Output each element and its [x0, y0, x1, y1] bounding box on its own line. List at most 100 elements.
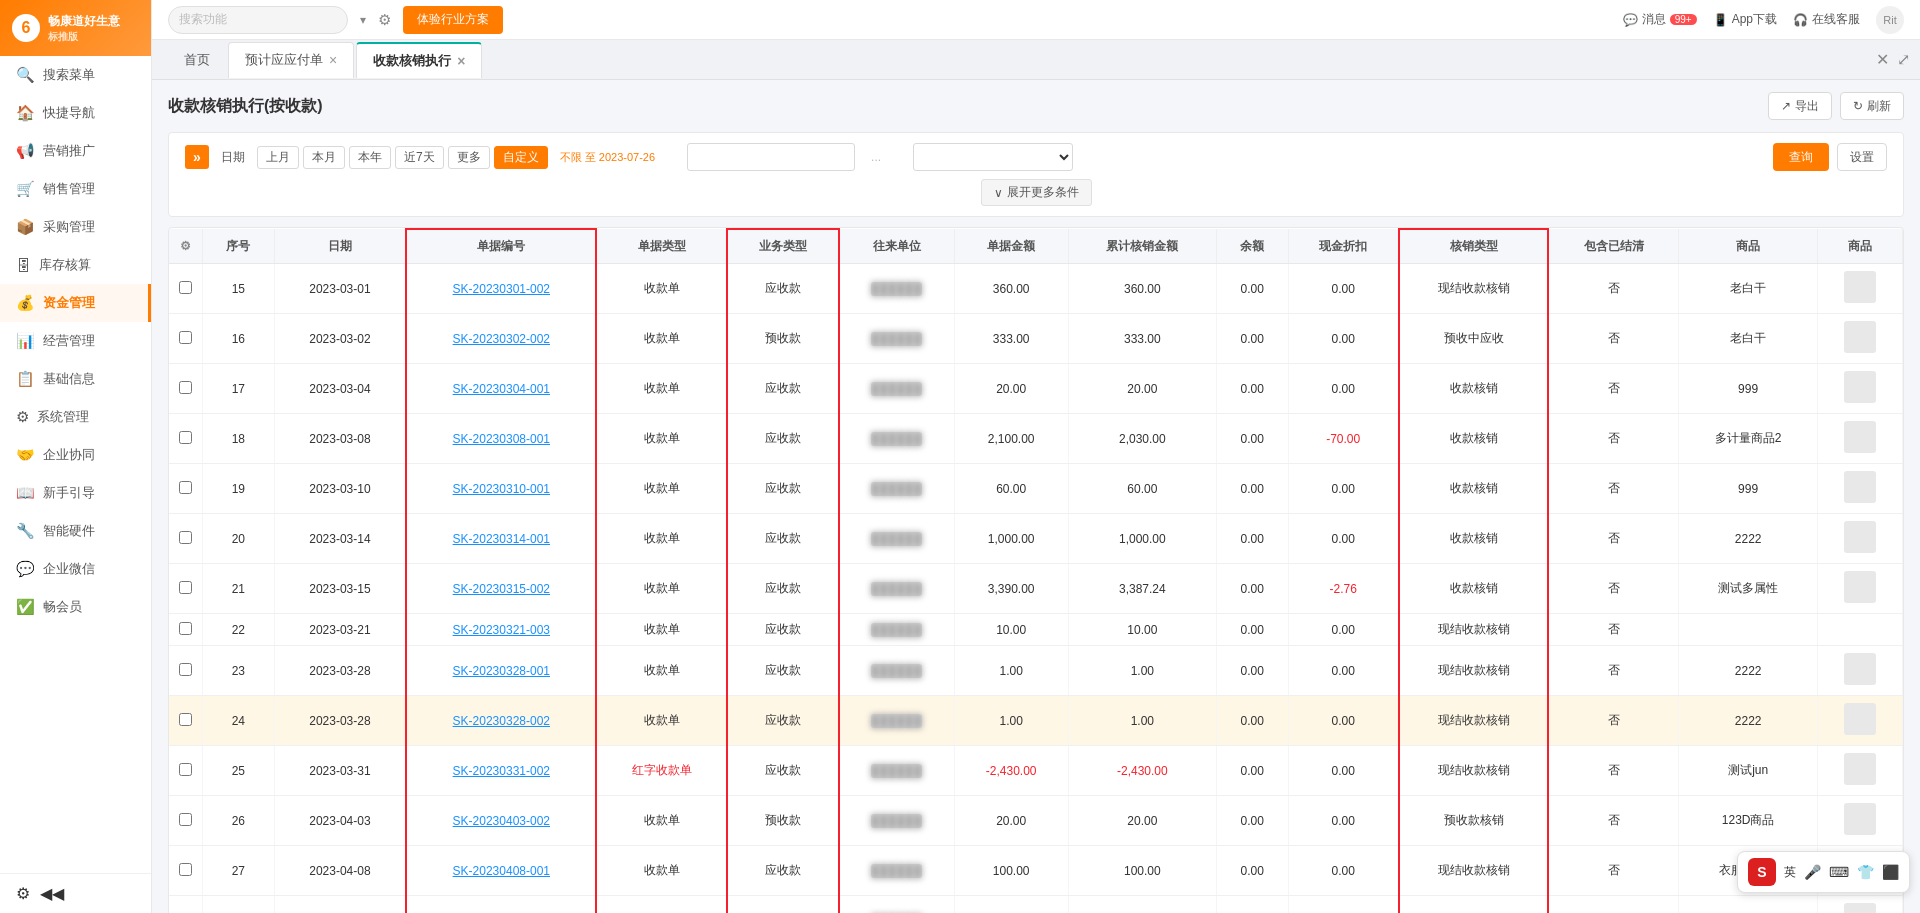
expand-icon[interactable]: ⤢	[1897, 50, 1910, 69]
this-month-btn[interactable]: 本月	[303, 146, 345, 169]
last-7days-btn[interactable]: 近7天	[395, 146, 444, 169]
row-checkbox[interactable]	[179, 713, 192, 726]
export-button[interactable]: ↗ 导出	[1768, 92, 1832, 120]
row-checkbox[interactable]	[179, 622, 192, 635]
settings-filter-button[interactable]: 设置	[1837, 143, 1887, 171]
row-checkbox[interactable]	[179, 863, 192, 876]
floating-mic-icon[interactable]: 🎤	[1804, 864, 1821, 880]
sk-no-link[interactable]: SK-20230328-002	[453, 714, 550, 728]
tab-home[interactable]: 首页	[168, 42, 226, 78]
sidebar-bottom: ⚙ ◀◀	[0, 873, 151, 913]
sidebar-item-hardware[interactable]: 🔧 智能硬件	[0, 512, 151, 550]
dropdown-icon[interactable]: ▾	[360, 13, 366, 27]
goods-thumb	[1844, 653, 1876, 685]
sidebar-item-operation[interactable]: 📊 经营管理	[0, 322, 151, 360]
sk-no-link[interactable]: SK-20230310-001	[453, 482, 550, 496]
row-checkbox[interactable]	[179, 581, 192, 594]
message-area[interactable]: 💬 消息 99+	[1623, 11, 1697, 28]
sk-no-link[interactable]: SK-20230308-001	[453, 432, 550, 446]
tab-prepay-close[interactable]: ×	[329, 52, 337, 68]
partner-input[interactable]	[687, 143, 855, 171]
topbar-search-box[interactable]: 搜索功能	[168, 6, 348, 34]
sidebar-item-wechat[interactable]: 💬 企业微信	[0, 550, 151, 588]
table-row: 212023-03-15SK-20230315-002收款单应收款██████3…	[169, 564, 1903, 614]
sidebar-item-member[interactable]: ✅ 畅会员	[0, 588, 151, 626]
floating-keyboard-icon[interactable]: ⌨	[1829, 864, 1849, 880]
row-checkbox[interactable]	[179, 813, 192, 826]
industry-btn[interactable]: 体验行业方案	[403, 6, 503, 34]
goods-thumb	[1844, 271, 1876, 303]
row-checkbox[interactable]	[179, 481, 192, 494]
settings-topbar-icon[interactable]: ⚙	[378, 11, 391, 29]
sidebar-item-inventory[interactable]: 🗄 库存核算	[0, 246, 151, 284]
sk-no-link[interactable]: SK-20230304-001	[453, 382, 550, 396]
sidebar-item-quicknav[interactable]: 🏠 快捷导航	[0, 94, 151, 132]
collapse-icon[interactable]: ◀◀	[40, 884, 64, 903]
app-download-label: App下载	[1732, 11, 1777, 28]
sk-no-link[interactable]: SK-20230408-001	[453, 864, 550, 878]
row-checkbox[interactable]	[179, 381, 192, 394]
refresh-icon: ↻	[1853, 99, 1863, 113]
marketing-icon: 📢	[16, 142, 35, 160]
sk-no-link[interactable]: SK-20230301-002	[453, 282, 550, 296]
more-dots: ...	[871, 150, 881, 164]
row-checkbox[interactable]	[179, 531, 192, 544]
floating-lang-btn[interactable]: 英	[1784, 864, 1796, 881]
sk-no-link[interactable]: SK-20230315-002	[453, 582, 550, 596]
refresh-button[interactable]: ↻ 刷新	[1840, 92, 1904, 120]
query-button[interactable]: 查询	[1773, 143, 1829, 171]
sidebar-item-search[interactable]: 🔍 搜索菜单	[0, 56, 151, 94]
app-download-area[interactable]: 📱 App下载	[1713, 11, 1777, 28]
sk-no-link[interactable]: SK-20230331-002	[453, 764, 550, 778]
filter-expand-button[interactable]: »	[185, 145, 209, 169]
more-date-btn[interactable]: 更多	[448, 146, 490, 169]
row-checkbox[interactable]	[179, 331, 192, 344]
table-row: 182023-03-08SK-20230308-001收款单应收款██████2…	[169, 414, 1903, 464]
tab-receipt-verify[interactable]: 收款核销执行 ×	[356, 42, 482, 78]
sidebar-item-label: 系统管理	[37, 408, 89, 426]
sidebar-item-sales[interactable]: 🛒 销售管理	[0, 170, 151, 208]
goods-thumb	[1844, 571, 1876, 603]
sidebar-item-marketing[interactable]: 📢 营销推广	[0, 132, 151, 170]
sidebar-item-basic[interactable]: 📋 基础信息	[0, 360, 151, 398]
sidebar-item-system[interactable]: ⚙ 系统管理	[0, 398, 151, 436]
sidebar-item-guide[interactable]: 📖 新手引导	[0, 474, 151, 512]
tab-receipt-verify-close[interactable]: ×	[457, 53, 465, 69]
sidebar-item-purchase[interactable]: 📦 采购管理	[0, 208, 151, 246]
col-settings[interactable]: ⚙	[169, 229, 203, 264]
sidebar-item-label: 销售管理	[43, 180, 95, 198]
customer-service-area[interactable]: 🎧 在线客服	[1793, 11, 1860, 28]
row-checkbox[interactable]	[179, 281, 192, 294]
table-row: 282023-04-18SK-20230418-001收款单应收款██████1…	[169, 896, 1903, 914]
settings-icon[interactable]: ⚙	[16, 884, 30, 903]
user-avatar[interactable]: Rit	[1876, 6, 1904, 34]
doc-type-select[interactable]	[913, 143, 1073, 171]
tab-prepay[interactable]: 预计应应付单 ×	[228, 42, 354, 78]
close-all-icon[interactable]: ✕	[1876, 50, 1889, 69]
this-year-btn[interactable]: 本年	[349, 146, 391, 169]
col-balance: 余额	[1216, 229, 1288, 264]
row-checkbox[interactable]	[179, 431, 192, 444]
date-label: 日期	[221, 149, 245, 166]
table-row: 232023-03-28SK-20230328-001收款单应收款██████1…	[169, 646, 1903, 696]
table-row: 272023-04-08SK-20230408-001收款单应收款██████1…	[169, 846, 1903, 896]
message-icon: 💬	[1623, 13, 1638, 27]
row-checkbox[interactable]	[179, 763, 192, 776]
system-icon: ⚙	[16, 408, 29, 426]
sk-no-link[interactable]: SK-20230302-002	[453, 332, 550, 346]
row-checkbox[interactable]	[179, 663, 192, 676]
floating-grid-icon[interactable]: ⬛	[1882, 864, 1899, 880]
floating-shirt-icon[interactable]: 👕	[1857, 864, 1874, 880]
sk-no-link[interactable]: SK-20230314-001	[453, 532, 550, 546]
sk-no-link[interactable]: SK-20230321-003	[453, 623, 550, 637]
sk-no-link[interactable]: SK-20230328-001	[453, 664, 550, 678]
sidebar-item-finance[interactable]: 💰 资金管理	[0, 284, 151, 322]
col-amount: 单据金额	[954, 229, 1068, 264]
custom-date-btn[interactable]: 自定义	[494, 146, 548, 169]
expand-more-button[interactable]: ∨ 展开更多条件	[981, 179, 1092, 206]
last-month-btn[interactable]: 上月	[257, 146, 299, 169]
sk-no-link[interactable]: SK-20230403-002	[453, 814, 550, 828]
sidebar-item-label: 营销推广	[43, 142, 95, 160]
sidebar-item-corp[interactable]: 🤝 企业协同	[0, 436, 151, 474]
topbar: 搜索功能 ▾ ⚙ 体验行业方案 💬 消息 99+ 📱 App下载 🎧 在线客服 …	[152, 0, 1920, 40]
